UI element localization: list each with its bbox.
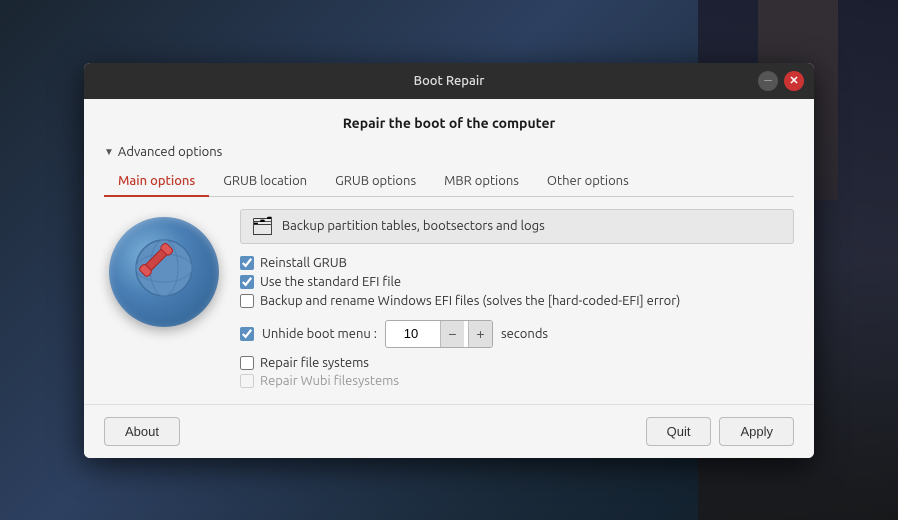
backup-windows-efi-checkbox[interactable] <box>240 294 254 308</box>
backup-label: Backup partition tables, bootsectors and… <box>282 219 545 233</box>
window-controls: ─ ✕ <box>758 71 804 91</box>
spinner-input[interactable] <box>386 323 436 344</box>
minus-icon: − <box>448 326 456 342</box>
tab-grub-options[interactable]: GRUB options <box>321 167 430 197</box>
page-title: Repair the boot of the computer <box>104 115 794 131</box>
window-title: Boot Repair <box>414 74 485 88</box>
tab-content-area: 🗂 Backup partition tables, bootsectors a… <box>104 209 794 388</box>
tab-other-options[interactable]: Other options <box>533 167 643 197</box>
reinstall-grub-label: Reinstall GRUB <box>260 256 347 270</box>
close-button[interactable]: ✕ <box>784 71 804 91</box>
folder-icon: 🗂 <box>251 216 274 237</box>
advanced-options-toggle[interactable]: ▼ Advanced options <box>104 145 794 159</box>
spinner-minus-button[interactable]: − <box>440 321 464 347</box>
footer: About Quit Apply <box>84 404 814 458</box>
tab-mbr-options[interactable]: MBR options <box>430 167 533 197</box>
logo-area <box>104 209 224 388</box>
repair-fs-row[interactable]: Repair file systems <box>240 356 794 370</box>
reinstall-grub-checkbox[interactable] <box>240 256 254 270</box>
repair-wubi-label: Repair Wubi filesystems <box>260 374 399 388</box>
unhide-boot-checkbox[interactable] <box>240 327 254 341</box>
about-button[interactable]: About <box>104 417 180 446</box>
standard-efi-checkbox[interactable] <box>240 275 254 289</box>
minimize-icon: ─ <box>764 75 772 87</box>
spinner-plus-button[interactable]: + <box>468 321 492 347</box>
checkboxes-group1: Reinstall GRUB Use the standard EFI file… <box>240 256 794 308</box>
reinstall-grub-row[interactable]: Reinstall GRUB <box>240 256 794 270</box>
unhide-boot-row: Unhide boot menu : − + seconds <box>240 320 794 348</box>
seconds-label: seconds <box>501 327 548 341</box>
standard-efi-label: Use the standard EFI file <box>260 275 401 289</box>
advanced-options-label: Advanced options <box>118 145 222 159</box>
repair-wubi-checkbox <box>240 374 254 388</box>
tab-grub-location[interactable]: GRUB location <box>209 167 321 197</box>
standard-efi-row[interactable]: Use the standard EFI file <box>240 275 794 289</box>
backup-windows-efi-row[interactable]: Backup and rename Windows EFI files (sol… <box>240 294 794 308</box>
footer-right-buttons: Quit Apply <box>646 417 794 446</box>
repair-fs-label: Repair file systems <box>260 356 369 370</box>
backup-row: 🗂 Backup partition tables, bootsectors a… <box>240 209 794 244</box>
tab-main-options[interactable]: Main options <box>104 167 209 197</box>
seconds-spinner: − + <box>385 320 493 348</box>
options-area: 🗂 Backup partition tables, bootsectors a… <box>240 209 794 388</box>
quit-button[interactable]: Quit <box>646 417 712 446</box>
arrow-down-icon: ▼ <box>104 146 114 158</box>
backup-windows-efi-label: Backup and rename Windows EFI files (sol… <box>260 294 680 308</box>
unhide-label: Unhide boot menu : <box>262 327 377 341</box>
tabs-bar: Main options GRUB location GRUB options … <box>104 167 794 197</box>
content-area: Repair the boot of the computer ▼ Advanc… <box>84 99 814 404</box>
repair-wubi-row: Repair Wubi filesystems <box>240 374 794 388</box>
repair-fs-checkbox[interactable] <box>240 356 254 370</box>
close-icon: ✕ <box>789 74 798 87</box>
plus-icon: + <box>476 326 484 342</box>
app-logo <box>109 217 219 327</box>
apply-button[interactable]: Apply <box>719 417 794 446</box>
minimize-button[interactable]: ─ <box>758 71 778 91</box>
checkboxes-group2: Repair file systems Repair Wubi filesyst… <box>240 356 794 388</box>
titlebar: Boot Repair ─ ✕ <box>84 63 814 99</box>
main-window: Boot Repair ─ ✕ Repair the boot of the c… <box>84 63 814 458</box>
